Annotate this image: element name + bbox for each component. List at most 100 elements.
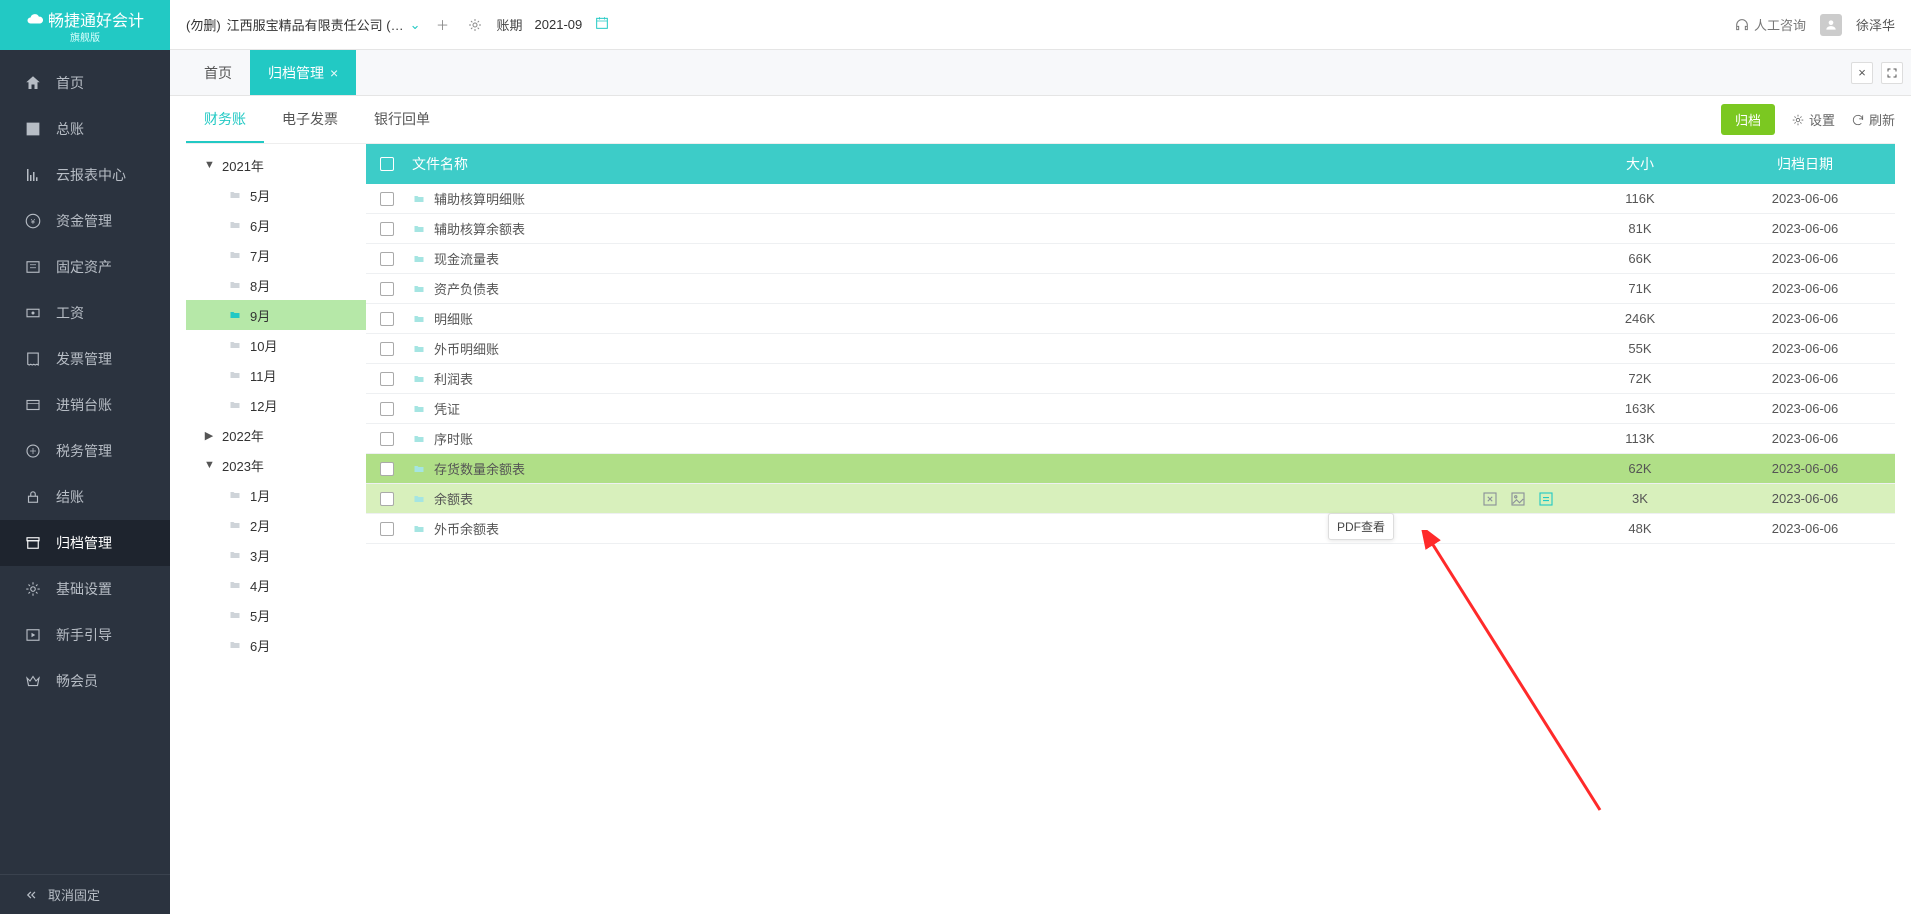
- cloud-icon: [26, 10, 44, 28]
- folder-icon: [412, 463, 426, 475]
- tab-home[interactable]: 首页: [186, 50, 250, 95]
- tree-year-2022[interactable]: ▶2022年: [186, 420, 366, 450]
- excel-export-icon[interactable]: [1481, 490, 1499, 508]
- tax-icon: [24, 442, 42, 460]
- file-size: 113K: [1565, 431, 1715, 446]
- table-row[interactable]: 存货数量余额表 62K 2023-06-06: [366, 454, 1895, 484]
- row-checkbox[interactable]: [380, 312, 394, 326]
- sidebar-item-invoice[interactable]: 发票管理: [0, 336, 170, 382]
- archive-button[interactable]: 归档: [1721, 104, 1775, 135]
- subtab-finance[interactable]: 财务账: [186, 96, 264, 143]
- table-row[interactable]: 辅助核算明细账 116K 2023-06-06: [366, 184, 1895, 214]
- sidebar-item-tax[interactable]: 税务管理: [0, 428, 170, 474]
- settings-link[interactable]: 设置: [1791, 110, 1835, 129]
- help-link[interactable]: 人工咨询: [1734, 15, 1806, 34]
- tree-month[interactable]: 12月: [186, 390, 366, 420]
- folder-icon: [228, 579, 242, 591]
- table-row[interactable]: 序时账 113K 2023-06-06: [366, 424, 1895, 454]
- image-export-icon[interactable]: [1509, 490, 1527, 508]
- tree-month[interactable]: 6月: [186, 630, 366, 660]
- table-row[interactable]: 利润表 72K 2023-06-06: [366, 364, 1895, 394]
- table-row[interactable]: 辅助核算余额表 81K 2023-06-06: [366, 214, 1895, 244]
- archive-date: 2023-06-06: [1715, 401, 1895, 416]
- sidebar-item-funds[interactable]: ¥资金管理: [0, 198, 170, 244]
- sidebar-unpin[interactable]: 取消固定: [0, 874, 170, 914]
- pdf-view-icon[interactable]: [1537, 490, 1555, 508]
- file-size: 71K: [1565, 281, 1715, 296]
- sidebar-item-inventory[interactable]: 进销台账: [0, 382, 170, 428]
- sidebar-item-reports[interactable]: 云报表中心: [0, 152, 170, 198]
- select-all-checkbox[interactable]: [380, 157, 394, 171]
- table-row[interactable]: 资产负债表 71K 2023-06-06: [366, 274, 1895, 304]
- file-size: 246K: [1565, 311, 1715, 326]
- tree-month[interactable]: 5月: [186, 600, 366, 630]
- company-select[interactable]: (勿删) 江西服宝精品有限责任公司 (… ⌄: [186, 15, 421, 34]
- tree-month[interactable]: 1月: [186, 480, 366, 510]
- user-name[interactable]: 徐泽华: [1856, 15, 1895, 34]
- file-name: 凭证: [434, 399, 460, 418]
- row-checkbox[interactable]: [380, 252, 394, 266]
- file-name: 利润表: [434, 369, 473, 388]
- folder-icon: [228, 519, 242, 531]
- tree-month[interactable]: 5月: [186, 180, 366, 210]
- add-button[interactable]: ＋: [433, 15, 453, 35]
- table-row[interactable]: 外币明细账 55K 2023-06-06: [366, 334, 1895, 364]
- tree-label: 2022年: [222, 426, 264, 445]
- row-checkbox[interactable]: [380, 222, 394, 236]
- settings-button[interactable]: [465, 15, 485, 35]
- row-checkbox[interactable]: [380, 462, 394, 476]
- subtab-bank[interactable]: 银行回单: [356, 96, 448, 143]
- row-checkbox[interactable]: [380, 432, 394, 446]
- sidebar-item-member[interactable]: 畅会员: [0, 658, 170, 704]
- tree-month[interactable]: 6月: [186, 210, 366, 240]
- sidebar-item-ledger[interactable]: 总账: [0, 106, 170, 152]
- row-checkbox[interactable]: [380, 492, 394, 506]
- sidebar-item-settings[interactable]: 基础设置: [0, 566, 170, 612]
- refresh-link[interactable]: 刷新: [1851, 110, 1895, 129]
- archive-date: 2023-06-06: [1715, 431, 1895, 446]
- company-name: 江西服宝精品有限责任公司 (…: [227, 15, 404, 34]
- table-row[interactable]: 凭证 163K 2023-06-06: [366, 394, 1895, 424]
- tree-month[interactable]: 10月: [186, 330, 366, 360]
- period-value[interactable]: 2021-09: [535, 17, 583, 32]
- period-label: 账期: [497, 15, 523, 34]
- tree-month-selected[interactable]: 9月: [186, 300, 366, 330]
- table-row[interactable]: 外币余额表 48K 2023-06-06: [366, 514, 1895, 544]
- row-checkbox[interactable]: [380, 522, 394, 536]
- tree-month[interactable]: 11月: [186, 360, 366, 390]
- calendar-icon[interactable]: [594, 15, 610, 34]
- tree-month[interactable]: 3月: [186, 540, 366, 570]
- gear-icon: [24, 580, 42, 598]
- brand-sub: 旗舰版: [70, 29, 100, 44]
- table-row[interactable]: 现金流量表 66K 2023-06-06: [366, 244, 1895, 274]
- row-checkbox[interactable]: [380, 282, 394, 296]
- sidebar-item-archive[interactable]: 归档管理: [0, 520, 170, 566]
- sidebar-item-label: 畅会员: [56, 671, 98, 691]
- sidebar-item-assets[interactable]: 固定资产: [0, 244, 170, 290]
- file-name: 外币明细账: [434, 339, 499, 358]
- row-checkbox[interactable]: [380, 372, 394, 386]
- table-row[interactable]: 余额表 3K 2023-06-06: [366, 484, 1895, 514]
- tree-year-2021[interactable]: ▼2021年: [186, 150, 366, 180]
- tree-month[interactable]: 2月: [186, 510, 366, 540]
- sidebar-item-home[interactable]: 首页: [0, 60, 170, 106]
- col-size-label: 大小: [1626, 156, 1654, 172]
- sidebar-item-close[interactable]: 结账: [0, 474, 170, 520]
- folder-icon: [412, 493, 426, 505]
- avatar[interactable]: [1820, 14, 1842, 36]
- sidebar-item-guide[interactable]: 新手引导: [0, 612, 170, 658]
- tree-month[interactable]: 7月: [186, 240, 366, 270]
- fullscreen-button[interactable]: [1881, 62, 1903, 84]
- tree-month[interactable]: 8月: [186, 270, 366, 300]
- tree-month[interactable]: 4月: [186, 570, 366, 600]
- close-icon[interactable]: ×: [330, 65, 338, 81]
- sidebar-item-salary[interactable]: 工资: [0, 290, 170, 336]
- tree-year-2023[interactable]: ▼2023年: [186, 450, 366, 480]
- table-row[interactable]: 明细账 246K 2023-06-06: [366, 304, 1895, 334]
- row-checkbox[interactable]: [380, 342, 394, 356]
- row-checkbox[interactable]: [380, 192, 394, 206]
- close-tab-button[interactable]: ×: [1851, 62, 1873, 84]
- tab-archive[interactable]: 归档管理 ×: [250, 50, 356, 95]
- row-checkbox[interactable]: [380, 402, 394, 416]
- subtab-einvoice[interactable]: 电子发票: [264, 96, 356, 143]
